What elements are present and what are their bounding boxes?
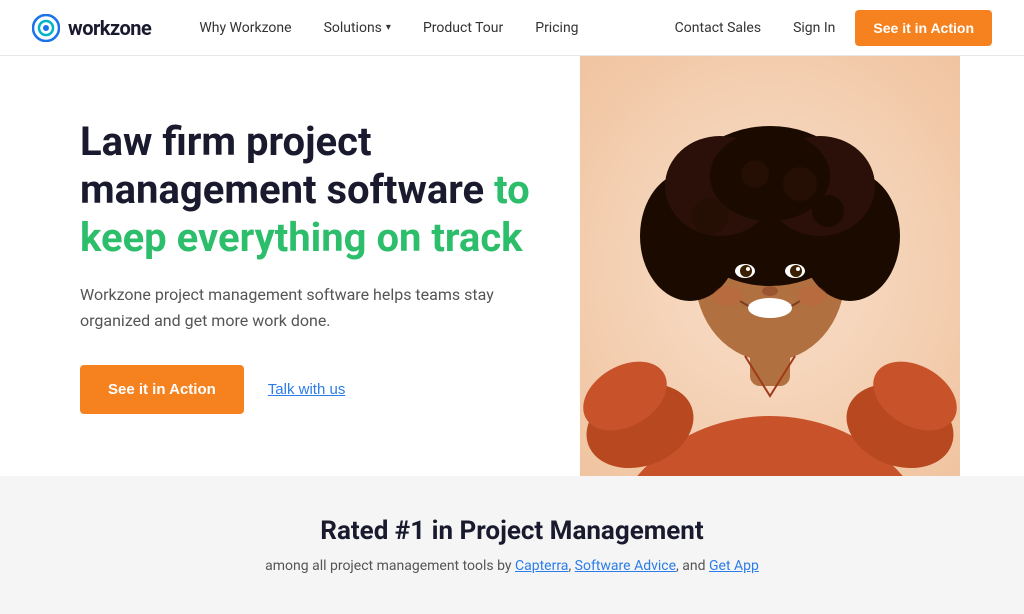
- hero-section: Law firm project management software to …: [0, 56, 1024, 476]
- hero-title-text: Law firm project management software: [80, 118, 494, 213]
- person-illustration: [580, 56, 960, 476]
- hero-title: Law firm project management software to …: [80, 118, 532, 262]
- nav-why-workzone[interactable]: Why Workzone: [183, 0, 307, 56]
- logo-text: workzone: [68, 16, 151, 40]
- hero-buttons: See it in Action Talk with us: [80, 365, 532, 414]
- navbar: workzone Why Workzone Solutions ▾ Produc…: [0, 0, 1024, 56]
- ratings-subtitle-text: among all project management tools by: [265, 558, 515, 574]
- get-app-link[interactable]: Get App: [709, 558, 759, 574]
- hero-secondary-button[interactable]: Talk with us: [268, 381, 346, 398]
- logo[interactable]: workzone: [32, 14, 151, 42]
- nav-links: Why Workzone Solutions ▾ Product Tour Pr…: [183, 0, 662, 56]
- hero-image-placeholder: [580, 56, 960, 476]
- nav-right: Contact Sales Sign In See it in Action: [663, 10, 992, 46]
- capterra-link[interactable]: Capterra: [515, 558, 568, 574]
- hero-content: Law firm project management software to …: [0, 56, 580, 476]
- nav-cta-button[interactable]: See it in Action: [855, 10, 992, 46]
- ratings-title: Rated #1 in Project Management: [32, 516, 992, 546]
- workzone-logo-icon: [32, 14, 60, 42]
- ratings-section: Rated #1 in Project Management among all…: [0, 476, 1024, 614]
- sign-in-link[interactable]: Sign In: [781, 20, 847, 36]
- contact-sales-link[interactable]: Contact Sales: [663, 20, 773, 36]
- solutions-chevron-icon: ▾: [386, 22, 391, 33]
- hero-cta-button[interactable]: See it in Action: [80, 365, 244, 414]
- hero-image: [580, 56, 960, 476]
- nav-product-tour[interactable]: Product Tour: [407, 0, 519, 56]
- ratings-subtitle: among all project management tools by Ca…: [32, 558, 992, 574]
- nav-solutions[interactable]: Solutions ▾: [308, 0, 407, 56]
- software-advice-link[interactable]: Software Advice: [575, 558, 676, 574]
- nav-pricing[interactable]: Pricing: [519, 0, 594, 56]
- hero-subtitle: Workzone project management software hel…: [80, 282, 532, 333]
